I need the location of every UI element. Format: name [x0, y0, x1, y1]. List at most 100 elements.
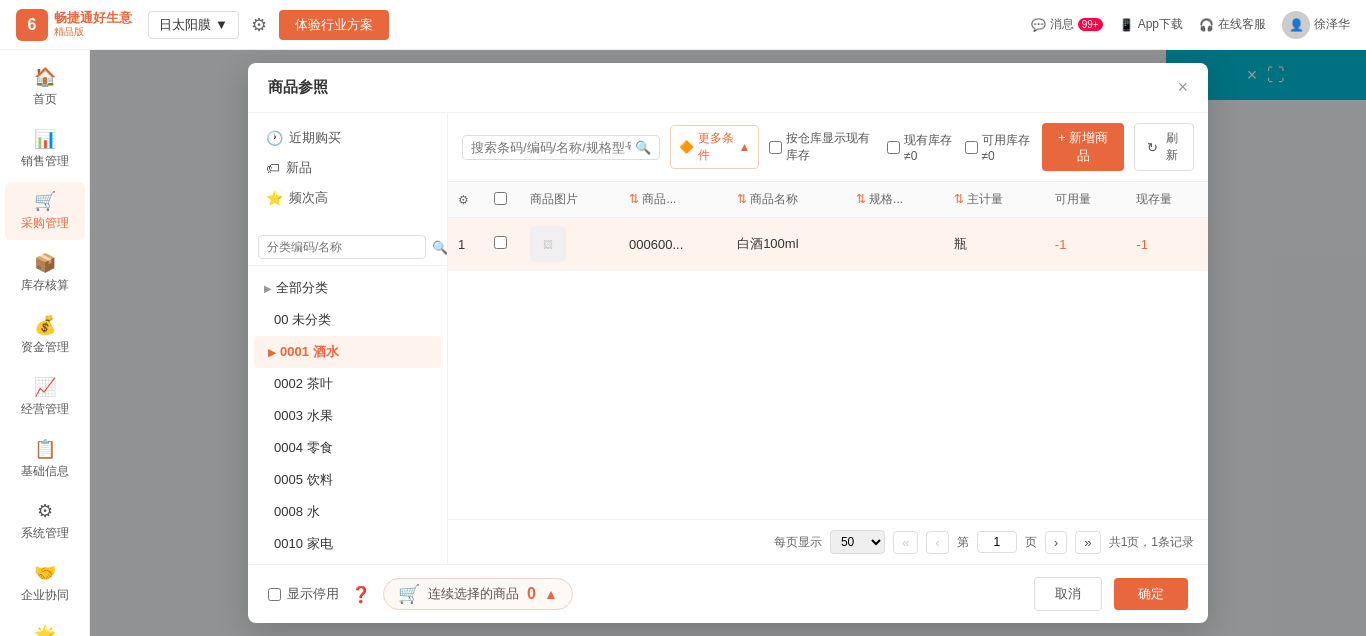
sidebar-item-finance[interactable]: 💰 资金管理 — [5, 306, 85, 364]
cart-collapse-icon[interactable]: ▲ — [544, 586, 558, 602]
checkbox-stock-label[interactable]: 现有库存≠0 — [887, 132, 954, 163]
message-icon-item[interactable]: 💬 消息 99+ — [1031, 16, 1103, 33]
category-tree: ▶ 全部分类 00 未分类 ▶ 0001 酒水 0002 茶叶 — [248, 272, 447, 560]
modal-right-panel: 🔍 🔶 更多条件 ▲ 按仓库显示现有库存 — [448, 113, 1208, 564]
tree-item-tea[interactable]: 0002 茶叶 — [254, 368, 441, 400]
table-row[interactable]: 1 🖼 000600... 白酒100ml — [448, 218, 1208, 271]
question-icon[interactable]: ❓ — [351, 585, 371, 604]
per-page-select[interactable]: 50 10 20 100 — [830, 530, 885, 554]
modal-footer: 显示停用 ❓ 🛒 连续选择的商品 0 ▲ 取消 确定 — [248, 564, 1208, 623]
sidebar-item-label: 采购管理 — [21, 215, 69, 232]
sidebar-item-label: 库存核算 — [21, 277, 69, 294]
show-disabled-checkbox[interactable] — [268, 588, 281, 601]
nav-selector[interactable]: 日太阳膜 ▼ — [148, 11, 239, 39]
cell-name: 白酒100ml — [727, 218, 846, 271]
sort-icon: ⇅ — [629, 192, 639, 206]
phone-icon: 📱 — [1119, 18, 1134, 32]
cart-row[interactable]: 🛒 连续选择的商品 0 ▲ — [383, 578, 573, 610]
cell-code: 000600... — [619, 218, 727, 271]
checkbox-warehouse[interactable] — [769, 141, 782, 154]
col-unit: ⇅ 主计量 — [944, 182, 1045, 218]
quick-item-new[interactable]: 🏷 新品 — [258, 153, 437, 183]
quick-item-frequent[interactable]: ⭐ 频次高 — [258, 183, 437, 213]
sidebar-item-guide[interactable]: 🌟 新手引导 — [5, 616, 85, 636]
tree-item-fruit[interactable]: 0003 水果 — [254, 400, 441, 432]
sidebar-item-operation[interactable]: 📈 经营管理 — [5, 368, 85, 426]
cart-icon: 🛒 — [398, 583, 420, 605]
sidebar-item-system[interactable]: ⚙ 系统管理 — [5, 492, 85, 550]
arrow-icon: ▶ — [268, 347, 276, 358]
logo-line1: 畅捷通好生意 — [54, 10, 132, 26]
tree-item-snack[interactable]: 0004 零食 — [254, 432, 441, 464]
sidebar-item-purchase[interactable]: 🛒 采购管理 — [5, 182, 85, 240]
modal-left-panel: 🕐 近期购买 🏷 新品 ⭐ 频次高 — [248, 113, 448, 564]
user-icon: 👤 — [1289, 18, 1304, 32]
show-disabled-label[interactable]: 显示停用 — [268, 585, 339, 603]
row-checkbox[interactable] — [494, 236, 507, 249]
tree-item-water[interactable]: 0008 水 — [254, 496, 441, 528]
checkbox-available-label[interactable]: 可用库存≠0 — [965, 132, 1032, 163]
prev-page-button[interactable]: ‹ — [926, 531, 948, 554]
last-page-button[interactable]: » — [1075, 531, 1100, 554]
page-number-input[interactable] — [977, 531, 1017, 553]
user-avatar-item[interactable]: 👤 徐泽华 — [1282, 11, 1350, 39]
cell-available: -1 — [1045, 218, 1127, 271]
col-setting[interactable]: ⚙ — [448, 182, 484, 218]
cell-checkbox[interactable] — [484, 218, 520, 271]
operation-icon: 📈 — [34, 376, 56, 398]
next-page-button[interactable]: › — [1045, 531, 1067, 554]
select-all-checkbox[interactable] — [494, 192, 507, 205]
finance-icon: 💰 — [34, 314, 56, 336]
tree-item-drink[interactable]: 0005 饮料 — [254, 464, 441, 496]
confirm-button[interactable]: 确定 — [1114, 578, 1188, 610]
modal-close-button[interactable]: × — [1177, 77, 1188, 98]
quick-section: 🕐 近期购买 🏷 新品 ⭐ 频次高 — [248, 123, 447, 221]
sales-icon: 📊 — [34, 128, 56, 150]
filter-icon: 🔶 — [679, 140, 694, 154]
trial-btn[interactable]: 体验行业方案 — [279, 10, 389, 40]
message-badge: 99+ — [1078, 18, 1103, 31]
category-search-input[interactable] — [258, 235, 426, 259]
inventory-icon: 📦 — [34, 252, 56, 274]
col-available: 可用量 — [1045, 182, 1127, 218]
cell-unit: 瓶 — [944, 218, 1045, 271]
sidebar-item-inventory[interactable]: 📦 库存核算 — [5, 244, 85, 302]
tree-item-appliance[interactable]: 0010 家电 — [254, 528, 441, 560]
product-search-input[interactable] — [471, 140, 631, 155]
sidebar-item-sales[interactable]: 📊 销售管理 — [5, 120, 85, 178]
first-page-button[interactable]: « — [893, 531, 918, 554]
sidebar-item-home[interactable]: 🏠 首页 — [5, 58, 85, 116]
refresh-button[interactable]: ↻ 刷新 — [1134, 123, 1194, 171]
add-product-button[interactable]: + 新增商品 — [1042, 123, 1124, 171]
purchase-icon: 🛒 — [34, 190, 56, 212]
modal: 商品参照 × 🕐 近期购买 🏷 新品 — [248, 63, 1208, 623]
sidebar-item-basic[interactable]: 📋 基础信息 — [5, 430, 85, 488]
modal-title: 商品参照 — [268, 78, 328, 97]
search-icon[interactable]: 🔍 — [635, 140, 651, 155]
sidebar-item-label: 销售管理 — [21, 153, 69, 170]
product-table-wrap: ⚙ 商品图片 ⇅ 商品... ⇅ 商品名称 — [448, 182, 1208, 519]
checkbox-warehouse-label[interactable]: 按仓库显示现有库存 — [769, 130, 877, 164]
checkbox-available[interactable] — [965, 141, 978, 154]
home-icon: 🏠 — [34, 66, 56, 88]
sidebar-item-label: 经营管理 — [21, 401, 69, 418]
product-table: ⚙ 商品图片 ⇅ 商品... ⇅ 商品名称 — [448, 182, 1208, 271]
quick-item-recent[interactable]: 🕐 近期购买 — [258, 123, 437, 153]
checkbox-stock[interactable] — [887, 141, 900, 154]
online-service-item[interactable]: 🎧 在线客服 — [1199, 16, 1266, 33]
gear-icon[interactable]: ⚙ — [251, 14, 267, 36]
search-icon[interactable]: 🔍 — [432, 240, 448, 255]
new-icon: 🏷 — [266, 160, 280, 176]
sidebar-item-label: 企业协同 — [21, 587, 69, 604]
app-download-item[interactable]: 📱 App下载 — [1119, 16, 1183, 33]
main-content: 查询 ↻ 刷新 × ⛶ 商品参照 × 🕐 近期购买 — [90, 50, 1366, 636]
cancel-button[interactable]: 取消 — [1034, 577, 1102, 611]
left-search-row: 🔍 « — [248, 229, 447, 266]
tree-item-uncategorized[interactable]: 00 未分类 — [254, 304, 441, 336]
logo-line2: 精品版 — [54, 25, 132, 39]
sidebar-item-enterprise[interactable]: 🤝 企业协同 — [5, 554, 85, 612]
filter-button[interactable]: 🔶 更多条件 ▲ — [670, 125, 759, 169]
tree-item-liquor[interactable]: ▶ 0001 酒水 — [254, 336, 441, 368]
star-icon: ⭐ — [266, 190, 283, 206]
tree-item-all[interactable]: ▶ 全部分类 — [254, 272, 441, 304]
